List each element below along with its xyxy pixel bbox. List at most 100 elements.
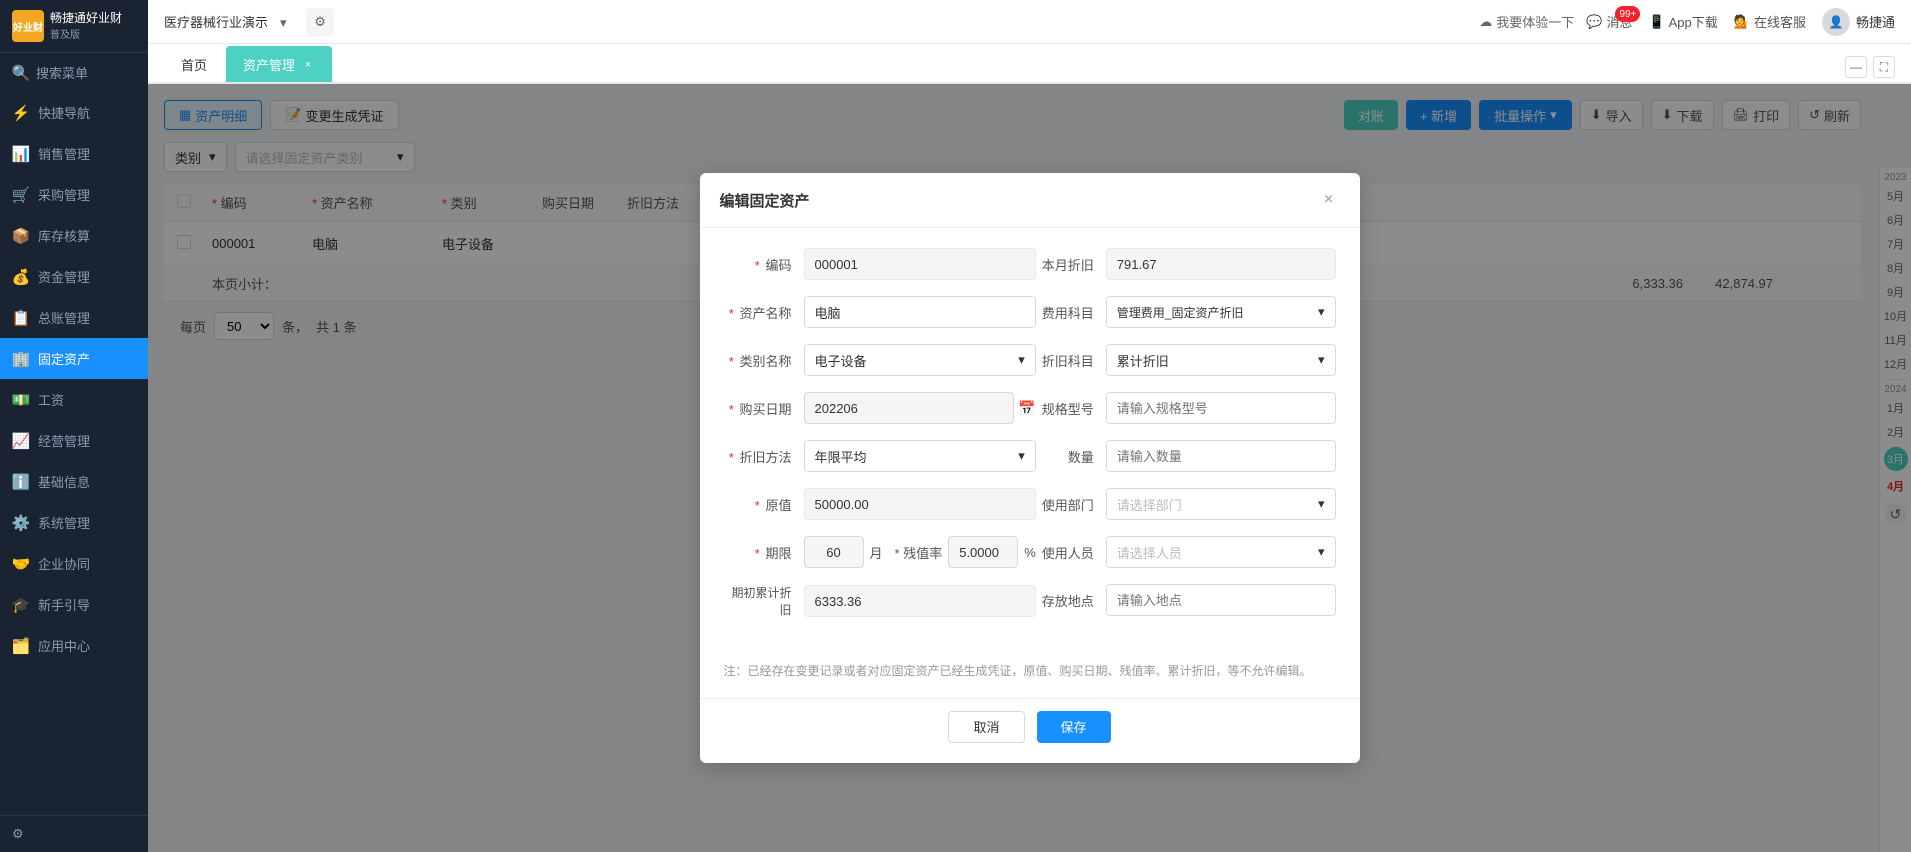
tab-home[interactable]: 首页 — [164, 46, 224, 82]
sidebar-item-sys[interactable]: ⚙️ 系统管理 — [0, 502, 148, 543]
depr-account-value: 累计折旧 — [1117, 351, 1169, 370]
settings-icon: ⚙ — [12, 826, 24, 842]
sidebar-settings[interactable]: ⚙ — [0, 816, 148, 852]
guide-icon: 🎓 — [12, 596, 30, 614]
modal-footer: 取消 保存 — [700, 698, 1360, 763]
app-download-btn[interactable]: 📱 App下载 — [1648, 12, 1717, 31]
quantity-row: 数量 — [1036, 440, 1336, 472]
modal-grid: * 编码 * 资产名称 — [724, 248, 1336, 634]
finance-label: 资金管理 — [38, 267, 90, 286]
sidebar-item-purchase[interactable]: 🛒 采购管理 — [0, 174, 148, 215]
content-area: ▦ 资产明细 📝 变更生成凭证 对账 + 新增 — [148, 84, 1911, 852]
cancel-button[interactable]: 取消 — [948, 711, 1024, 743]
company-title: 医疗器械行业演示 — [164, 12, 268, 31]
messages-btn[interactable]: 💬 消息 99+ — [1586, 12, 1632, 31]
sidebar-item-fixed-assets[interactable]: 🏢 固定资产 — [0, 338, 148, 379]
person-select[interactable]: 请选择人员 ▾ — [1106, 536, 1336, 568]
orig-value-row: * 原值 — [724, 488, 1036, 520]
modal-close-btn[interactable]: × — [1318, 189, 1340, 211]
sidebar-item-quicknav[interactable]: ⚡ 快捷导航 — [0, 92, 148, 133]
ledger-label: 总账管理 — [38, 308, 90, 327]
sidebar-item-apps[interactable]: 🗂️ 应用中心 — [0, 625, 148, 666]
purchase-date-input[interactable] — [804, 392, 1015, 424]
topbar: 医疗器械行业演示 ▾ ⚙ ☁ 我要体验一下 💬 消息 99+ 📱 App下载 — [148, 0, 1911, 44]
depr-account-label: 折旧科目 — [1036, 351, 1106, 370]
message-badge: 99+ — [1615, 6, 1640, 22]
calendar-icon[interactable]: 📅 — [1018, 400, 1035, 417]
finance-icon: 💰 — [12, 268, 30, 286]
sidebar-item-payroll[interactable]: 💵 工资 — [0, 379, 148, 420]
code-input[interactable] — [804, 248, 1036, 280]
collab-label: 企业协同 — [38, 554, 90, 573]
residual-input[interactable] — [948, 536, 1018, 568]
orig-value-label: * 原值 — [724, 495, 804, 514]
message-icon: 💬 — [1586, 14, 1602, 30]
location-input[interactable] — [1106, 584, 1336, 616]
tab-close-icon[interactable]: × — [301, 58, 315, 72]
monthly-depr-input[interactable] — [1106, 248, 1336, 280]
asset-name-input[interactable] — [804, 296, 1036, 328]
residual-unit: % — [1024, 545, 1036, 560]
depr-account-select[interactable]: 累计折旧 ▾ — [1106, 344, 1336, 376]
sidebar-item-collab[interactable]: 🤝 企业协同 — [0, 543, 148, 584]
period-label: * 期限 — [724, 543, 804, 562]
sidebar-item-basic-info[interactable]: ℹ️ 基础信息 — [0, 461, 148, 502]
depr-method-value: 年限平均 — [815, 447, 867, 466]
category-arrow-icon: ▾ — [1018, 352, 1025, 368]
app-logo: 好业财 畅捷通好业财 普及版 — [0, 0, 148, 53]
guide-label: 新手引导 — [38, 595, 90, 614]
expense-account-value: 管理费用_固定资产折旧 — [1117, 304, 1244, 321]
person-arrow: ▾ — [1318, 544, 1325, 560]
inventory-label: 库存核算 — [38, 226, 90, 245]
purchase-label: 采购管理 — [38, 185, 90, 204]
period-input[interactable] — [804, 536, 864, 568]
tab-asset-label: 资产管理 — [243, 55, 295, 74]
company-dropdown-icon[interactable]: ▾ — [280, 15, 294, 29]
purchase-date-field: 📅 — [804, 392, 1036, 424]
dept-arrow: ▾ — [1318, 496, 1325, 512]
tabs-bar: 首页 资产管理 × — ⛶ — [148, 44, 1911, 84]
cloud-icon: ☁ — [1479, 14, 1492, 30]
window-maximize-btn[interactable]: ⛶ — [1873, 56, 1895, 78]
tab-asset-management[interactable]: 资产管理 × — [226, 46, 332, 82]
experience-btn[interactable]: ☁ 我要体验一下 — [1479, 12, 1574, 31]
sidebar-item-guide[interactable]: 🎓 新手引导 — [0, 584, 148, 625]
quantity-input[interactable] — [1106, 440, 1336, 472]
app-download-label: App下载 — [1669, 12, 1718, 31]
initial-accu-input[interactable] — [804, 585, 1036, 617]
period-field: 月 — [804, 536, 883, 568]
sidebar-item-sales[interactable]: 📊 销售管理 — [0, 133, 148, 174]
code-row: * 编码 — [724, 248, 1036, 280]
person-row: 使用人员 请选择人员 ▾ — [1036, 536, 1336, 568]
category-select[interactable]: 电子设备 ▾ — [804, 344, 1036, 376]
settings-gear-btn[interactable]: ⚙ — [306, 8, 334, 36]
location-label: 存放地点 — [1036, 591, 1106, 610]
modal-title: 编辑固定资产 — [720, 190, 810, 211]
collab-icon: 🤝 — [12, 555, 30, 573]
logo-icon: 好业财 — [12, 10, 44, 42]
depr-method-select[interactable]: 年限平均 ▾ — [804, 440, 1036, 472]
spec-row: 规格型号 — [1036, 392, 1336, 424]
sidebar-item-inventory[interactable]: 📦 库存核算 — [0, 215, 148, 256]
sidebar-item-ledger[interactable]: 📋 总账管理 — [0, 297, 148, 338]
sidebar-item-finance[interactable]: 💰 资金管理 — [0, 256, 148, 297]
experience-label: 我要体验一下 — [1496, 12, 1574, 31]
expense-account-select[interactable]: 管理费用_固定资产折旧 ▾ — [1106, 296, 1336, 328]
dept-select[interactable]: 请选择部门 ▾ — [1106, 488, 1336, 520]
logo-text-group: 畅捷通好业财 普及版 — [50, 11, 122, 42]
edit-asset-modal: 编辑固定资产 × * 编码 — [700, 173, 1360, 762]
asset-name-label: * 资产名称 — [724, 303, 804, 322]
modal-left-col: * 编码 * 资产名称 — [724, 248, 1036, 634]
window-minimize-btn[interactable]: — — [1845, 56, 1867, 78]
sidebar-item-search[interactable]: 🔍 搜索菜单 — [0, 53, 148, 92]
user-menu[interactable]: 👤 畅捷通 — [1822, 8, 1895, 36]
online-service-btn[interactable]: 💁 在线客服 — [1734, 12, 1806, 31]
service-icon: 💁 — [1734, 14, 1750, 30]
orig-value-input[interactable] — [804, 488, 1036, 520]
sidebar-item-ops[interactable]: 📈 经营管理 — [0, 420, 148, 461]
fixed-assets-label: 固定资产 — [38, 349, 90, 368]
quicknav-icon: ⚡ — [12, 104, 30, 122]
save-button[interactable]: 保存 — [1037, 711, 1111, 743]
spec-input[interactable] — [1106, 392, 1336, 424]
monthly-depr-row: 本月折旧 — [1036, 248, 1336, 280]
